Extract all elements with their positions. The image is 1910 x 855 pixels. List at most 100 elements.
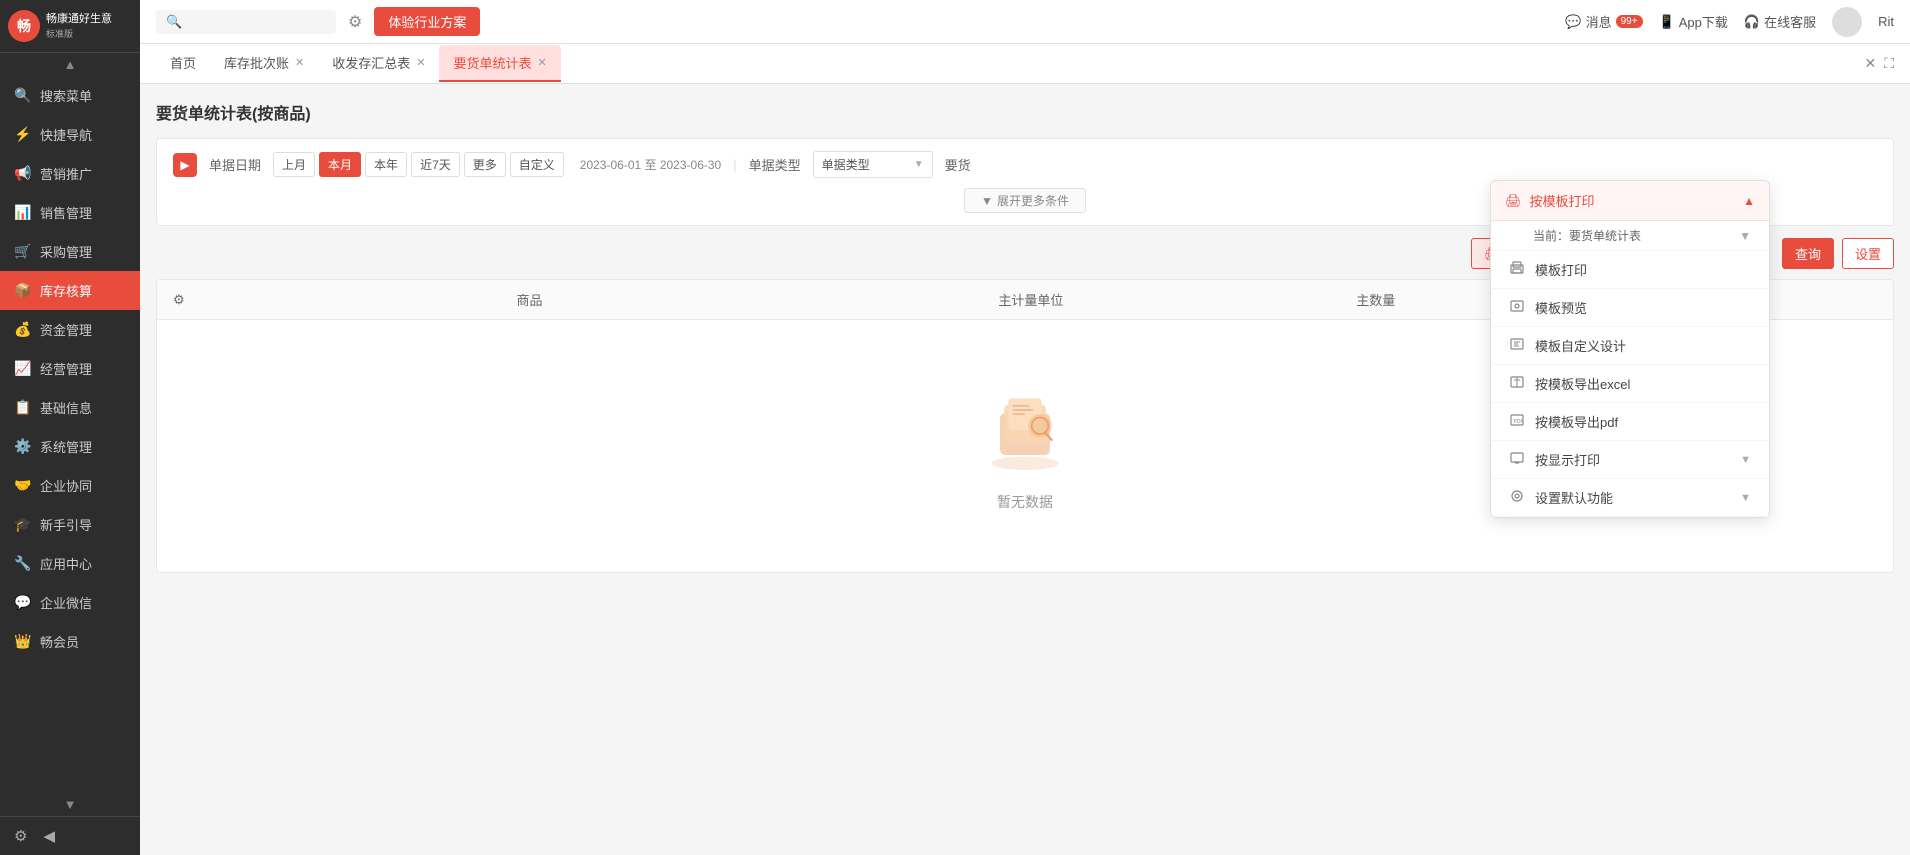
date-btn-7days[interactable]: 近7天 xyxy=(411,152,460,177)
sidebar-item-basics[interactable]: 📋 基础信息 xyxy=(0,388,140,427)
tabs-bar: 首页 库存批次账 ✕ 收发存汇总表 ✕ 要货单统计表 ✕ ✕ ⛶ xyxy=(140,44,1910,84)
expand-more-btn[interactable]: ▼ 展开更多条件 xyxy=(964,188,1086,213)
dropdown-section-default[interactable]: 设置默认功能 ▼ xyxy=(1491,479,1769,517)
item-pdf-icon: PDF xyxy=(1509,413,1525,430)
collapse-icon[interactable]: ◀ xyxy=(43,827,55,845)
avatar[interactable] xyxy=(1832,7,1862,37)
topbar-search-wrap: 🔍 xyxy=(156,10,336,34)
dropdown-header[interactable]: 🖨 按模板打印 ▲ xyxy=(1491,181,1769,221)
date-btn-custom[interactable]: 自定义 xyxy=(510,152,564,177)
sidebar-item-system[interactable]: ⚙️ 系统管理 xyxy=(0,427,140,466)
topbar: 🔍 ⚙ 体验行业方案 💬 消息 99+ 📱 App下载 🎧 在线客服 Rit xyxy=(140,0,1910,44)
dropdown-item-excel[interactable]: 按模板导出excel xyxy=(1491,365,1769,403)
dropdown-printer-icon: 🖨 xyxy=(1505,193,1522,209)
dropdown-item-preview[interactable]: 模板预览 xyxy=(1491,289,1769,327)
logo-icon: 畅 xyxy=(8,10,40,42)
dropdown-section-display-print[interactable]: 按显示打印 ▼ xyxy=(1491,441,1769,479)
message-item[interactable]: 💬 消息 99+ xyxy=(1565,12,1642,31)
default-settings-icon xyxy=(1509,489,1525,506)
filter-expand-icon[interactable]: ▶ xyxy=(173,153,197,177)
item-design-icon xyxy=(1509,337,1525,354)
th-settings[interactable]: ⚙ xyxy=(157,292,201,308)
dropdown-item-design[interactable]: 模板自定义设计 xyxy=(1491,327,1769,365)
search-icon: 🔍 xyxy=(14,87,32,104)
tab-close-order-stats[interactable]: ✕ xyxy=(538,56,547,69)
system-icon: ⚙️ xyxy=(14,438,32,455)
tab-close-receipts-summary[interactable]: ✕ xyxy=(416,56,425,69)
sidebar-item-inventory[interactable]: 📦 库存核算 xyxy=(0,271,140,310)
sidebar-scroll-down[interactable]: ▼ xyxy=(0,793,140,816)
sidebar-item-sales[interactable]: 📊 销售管理 xyxy=(0,193,140,232)
sidebar-item-purchase[interactable]: 🛒 采购管理 xyxy=(0,232,140,271)
tab-inventory-batch[interactable]: 库存批次账 ✕ xyxy=(210,45,318,82)
yaohuodan-label: 要货 xyxy=(945,155,971,174)
tabs-right: ✕ ⛶ xyxy=(1864,55,1894,72)
topbar-gear-icon[interactable]: ⚙ xyxy=(348,12,362,32)
settings-footer-icon[interactable]: ⚙ xyxy=(14,827,27,845)
sidebar-item-guide[interactable]: 🎓 新手引导 xyxy=(0,505,140,544)
sidebar-item-finance[interactable]: 💰 资金管理 xyxy=(0,310,140,349)
empty-text: 暂无数据 xyxy=(997,492,1053,512)
dropdown-item-print[interactable]: 模板打印 xyxy=(1491,251,1769,289)
topbar-search-input[interactable] xyxy=(188,15,308,29)
purchase-icon: 🛒 xyxy=(14,243,32,260)
type-select-chevron: ▼ xyxy=(914,159,924,170)
default-chevron: ▼ xyxy=(1740,492,1751,504)
sidebar-item-marketing[interactable]: 📢 营销推广 xyxy=(0,154,140,193)
item-preview-icon xyxy=(1509,299,1525,316)
tab-expand-btn[interactable]: ⛶ xyxy=(1884,55,1894,72)
sidebar-footer: ⚙ ◀ xyxy=(0,816,140,855)
settings-btn[interactable]: 设置 xyxy=(1842,238,1894,269)
apps-icon: 🔧 xyxy=(14,555,32,572)
inventory-icon: 📦 xyxy=(14,282,32,299)
dropdown-title: 按模板打印 xyxy=(1530,191,1595,210)
message-label: 消息 xyxy=(1586,12,1612,31)
empty-illustration xyxy=(975,380,1075,480)
experience-btn[interactable]: 体验行业方案 xyxy=(374,7,480,36)
user-name: Rit xyxy=(1878,14,1894,29)
operations-icon: 📈 xyxy=(14,360,32,377)
dropdown-current[interactable]: 当前：要货单统计表 ▼ xyxy=(1491,221,1769,251)
filter-separator: | xyxy=(733,157,736,172)
date-btn-more[interactable]: 更多 xyxy=(464,152,506,177)
date-label: 单据日期 xyxy=(209,155,261,174)
display-print-chevron: ▼ xyxy=(1740,454,1751,466)
member-icon: 👑 xyxy=(14,633,32,650)
tab-home[interactable]: 首页 xyxy=(156,45,210,82)
sidebar-item-member[interactable]: 👑 畅会员 xyxy=(0,622,140,661)
marketing-icon: 📢 xyxy=(14,165,32,182)
tab-order-stats[interactable]: 要货单统计表 ✕ xyxy=(439,45,560,82)
sidebar-item-operations[interactable]: 📈 经营管理 xyxy=(0,349,140,388)
app-download-label: App下载 xyxy=(1679,12,1728,31)
main-content: 🔍 ⚙ 体验行业方案 💬 消息 99+ 📱 App下载 🎧 在线客服 Rit xyxy=(140,0,1910,855)
sidebar-item-enterprise[interactable]: 🤝 企业协同 xyxy=(0,466,140,505)
tab-close-btn[interactable]: ✕ xyxy=(1864,55,1876,72)
app-download-item[interactable]: 📱 App下载 xyxy=(1659,12,1728,31)
type-label: 单据类型 xyxy=(749,155,801,174)
date-btn-this-month[interactable]: 本月 xyxy=(319,152,361,177)
dropdown-header-chevron: ▲ xyxy=(1743,194,1755,208)
tab-close-inventory-batch[interactable]: ✕ xyxy=(295,56,304,69)
date-btn-this-year[interactable]: 本年 xyxy=(365,152,407,177)
svg-text:PDF: PDF xyxy=(1514,419,1524,425)
message-icon: 💬 xyxy=(1565,14,1581,30)
type-select[interactable]: 单据类型 ▼ xyxy=(813,151,933,178)
sidebar-item-apps[interactable]: 🔧 应用中心 xyxy=(0,544,140,583)
app-download-icon: 📱 xyxy=(1659,14,1675,30)
online-service-item[interactable]: 🎧 在线客服 xyxy=(1744,12,1816,31)
print-dropdown: 🖨 按模板打印 ▲ 当前：要货单统计表 ▼ 模板打印 模板预览 xyxy=(1490,180,1770,518)
date-btn-last-month[interactable]: 上月 xyxy=(273,152,315,177)
th-product: 商品 xyxy=(201,290,859,309)
online-service-label: 在线客服 xyxy=(1764,12,1816,31)
sidebar-item-search[interactable]: 🔍 搜索菜单 xyxy=(0,76,140,115)
display-print-icon xyxy=(1509,451,1525,468)
item-excel-icon xyxy=(1509,375,1525,392)
dropdown-item-pdf[interactable]: PDF 按模板导出pdf xyxy=(1491,403,1769,441)
sidebar-item-weixin[interactable]: 💬 企业微信 xyxy=(0,583,140,622)
sidebar-item-shortcuts[interactable]: ⚡ 快捷导航 xyxy=(0,115,140,154)
tab-receipts-summary[interactable]: 收发存汇总表 ✕ xyxy=(318,45,439,82)
sales-icon: 📊 xyxy=(14,204,32,221)
query-btn[interactable]: 查询 xyxy=(1782,238,1834,269)
app-badge: 标准版 xyxy=(46,27,112,40)
sidebar-scroll-up[interactable]: ▲ xyxy=(0,53,140,76)
